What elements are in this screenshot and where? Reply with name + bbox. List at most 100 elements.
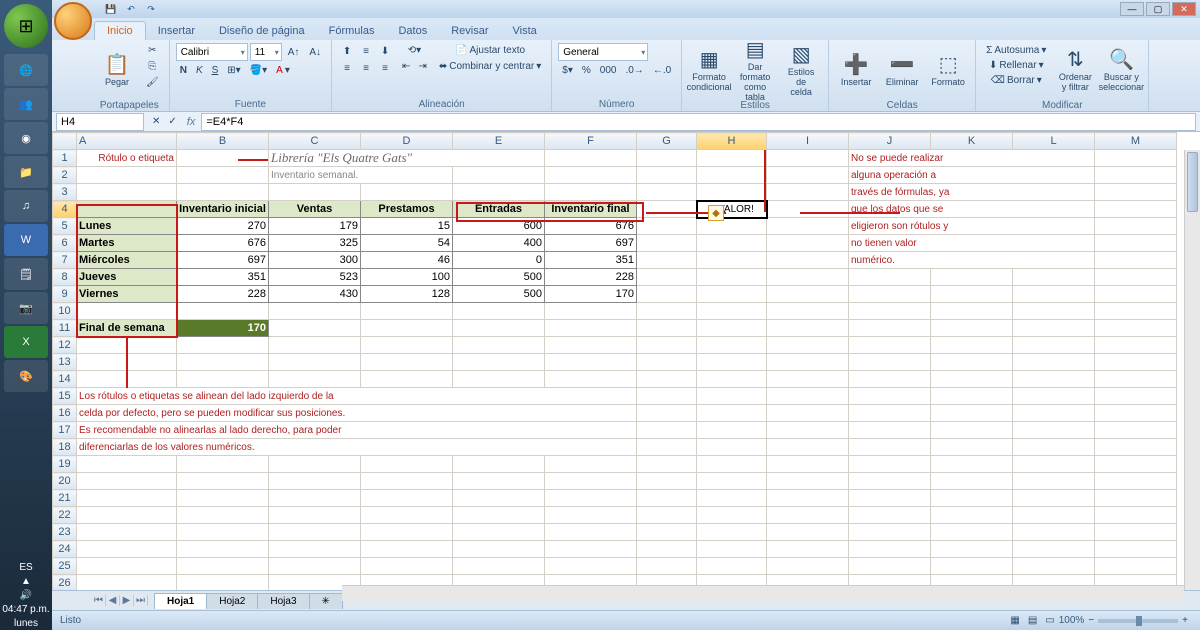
zoom-in-button[interactable]: +	[1178, 613, 1192, 628]
cell[interactable]: 676	[545, 218, 637, 235]
comma-button[interactable]: 000	[596, 63, 621, 78]
tab-revisar[interactable]: Revisar	[439, 22, 500, 40]
office-button[interactable]	[54, 2, 92, 40]
language-indicator[interactable]: ES	[19, 562, 32, 574]
next-sheet-button[interactable]: ▶	[120, 595, 134, 606]
format-cells-button[interactable]: ⬚Formato	[927, 43, 969, 99]
smart-tag-icon[interactable]: ◆	[708, 205, 724, 221]
worksheet-area[interactable]: A B C D E F G H I J K L M 1 Rótulo o eti…	[52, 132, 1200, 590]
final-value[interactable]: 170	[177, 320, 269, 337]
col-header[interactable]: B	[177, 133, 269, 150]
cell[interactable]: 500	[453, 269, 545, 286]
paste-button[interactable]: 📋Pegar	[96, 43, 138, 99]
row-header[interactable]: 10	[53, 303, 77, 320]
row-header[interactable]: 17	[53, 422, 77, 439]
row-header[interactable]: 7	[53, 252, 77, 269]
grid[interactable]: A B C D E F G H I J K L M 1 Rótulo o eti…	[52, 132, 1177, 590]
col-header[interactable]: M	[1095, 133, 1177, 150]
taskbar-item[interactable]: 👥	[4, 88, 48, 120]
font-size-combo[interactable]: 11	[250, 43, 282, 61]
align-center-button[interactable]: ≡	[357, 60, 375, 76]
delete-cells-button[interactable]: ➖Eliminar	[881, 43, 923, 99]
taskbar-item[interactable]: 📁	[4, 156, 48, 188]
tab-formulas[interactable]: Fórmulas	[317, 22, 387, 40]
formula-input[interactable]: =E4*F4	[201, 113, 1196, 131]
underline-button[interactable]: S	[208, 63, 223, 78]
cell[interactable]: 523	[269, 269, 361, 286]
row-header[interactable]: 24	[53, 541, 77, 558]
cell[interactable]: 351	[545, 252, 637, 269]
qat-redo-icon[interactable]: ↷	[144, 2, 158, 16]
taskbar-item-itunes[interactable]: ♫	[4, 190, 48, 222]
col-header[interactable]: A	[77, 133, 177, 150]
conditional-format-button[interactable]: ▦Formato condicional	[688, 43, 730, 99]
row-header[interactable]: 4	[53, 201, 77, 218]
cell[interactable]: 54	[361, 235, 453, 252]
col-header[interactable]: E	[453, 133, 545, 150]
decrease-indent-button[interactable]: ⇤	[398, 59, 414, 74]
vertical-scrollbar[interactable]	[1184, 150, 1200, 590]
row-header[interactable]: 5	[53, 218, 77, 235]
align-middle-button[interactable]: ≡	[357, 43, 375, 59]
view-layout-button[interactable]: ▤	[1024, 613, 1041, 628]
col-header[interactable]: L	[1013, 133, 1095, 150]
currency-button[interactable]: $▾	[558, 63, 577, 78]
taskbar-item-word[interactable]: W	[4, 224, 48, 256]
cell[interactable]: 600	[453, 218, 545, 235]
col-header[interactable]: C	[269, 133, 361, 150]
tab-vista[interactable]: Vista	[501, 22, 549, 40]
sheet-tab[interactable]: Hoja2	[206, 593, 258, 609]
row-header[interactable]: 6	[53, 235, 77, 252]
cell[interactable]: 15	[361, 218, 453, 235]
cell[interactable]: 0	[453, 252, 545, 269]
row-header[interactable]: 2	[53, 167, 77, 184]
col-header[interactable]: G	[637, 133, 697, 150]
row-header[interactable]: 21	[53, 490, 77, 507]
row-header[interactable]: 8	[53, 269, 77, 286]
prev-sheet-button[interactable]: ◀	[106, 595, 120, 606]
row-header[interactable]: 1	[53, 150, 77, 167]
zoom-level[interactable]: 100%	[1059, 615, 1085, 626]
border-button[interactable]: ⊞▾	[223, 63, 244, 78]
name-box[interactable]: H4	[56, 113, 144, 131]
tab-datos[interactable]: Datos	[386, 22, 439, 40]
tab-insertar[interactable]: Insertar	[146, 22, 207, 40]
cell[interactable]: 676	[177, 235, 269, 252]
sheet-tab[interactable]: Hoja3	[257, 593, 309, 609]
row-header[interactable]: 14	[53, 371, 77, 388]
cell[interactable]: 697	[545, 235, 637, 252]
taskbar-item[interactable]: 🌐	[4, 54, 48, 86]
minimize-button[interactable]: —	[1120, 2, 1144, 16]
zoom-out-button[interactable]: −	[1084, 613, 1098, 628]
enter-formula-icon[interactable]: ✓	[164, 114, 180, 129]
fill-color-button[interactable]: 🪣▾	[246, 63, 271, 78]
cell[interactable]: 351	[177, 269, 269, 286]
cell-styles-button[interactable]: ▧Estilos de celda	[780, 43, 822, 99]
cell[interactable]: 228	[545, 269, 637, 286]
row-header[interactable]: 25	[53, 558, 77, 575]
cell[interactable]: 179	[269, 218, 361, 235]
tab-diseno[interactable]: Diseño de página	[207, 22, 317, 40]
taskbar-item-chrome[interactable]: ◉	[4, 122, 48, 154]
maximize-button[interactable]: ▢	[1146, 2, 1170, 16]
sort-filter-button[interactable]: ⇅Ordenar y filtrar	[1054, 43, 1096, 99]
cell[interactable]: 46	[361, 252, 453, 269]
row-header[interactable]: 19	[53, 456, 77, 473]
wrap-text-button[interactable]: 📄 Ajustar texto	[435, 43, 545, 58]
cut-button[interactable]: ✂	[142, 43, 163, 58]
select-all-cell[interactable]	[53, 133, 77, 150]
taskbar-item-paint[interactable]: 🎨	[4, 360, 48, 392]
sheet-tab[interactable]: Hoja1	[154, 593, 207, 609]
taskbar-item-excel[interactable]: X	[4, 326, 48, 358]
number-format-combo[interactable]: General	[558, 43, 648, 61]
view-break-button[interactable]: ▭	[1041, 613, 1058, 628]
col-header[interactable]: I	[767, 133, 849, 150]
insert-cells-button[interactable]: ➕Insertar	[835, 43, 877, 99]
font-color-button[interactable]: A▾	[272, 63, 294, 78]
volume-icon[interactable]: 🔊	[20, 590, 32, 602]
cancel-formula-icon[interactable]: ✕	[148, 114, 164, 129]
row-header[interactable]: 22	[53, 507, 77, 524]
fx-icon[interactable]: fx	[181, 116, 202, 128]
clock-time[interactable]: 04:47 p.m.	[2, 604, 49, 616]
close-button[interactable]: ✕	[1172, 2, 1196, 16]
